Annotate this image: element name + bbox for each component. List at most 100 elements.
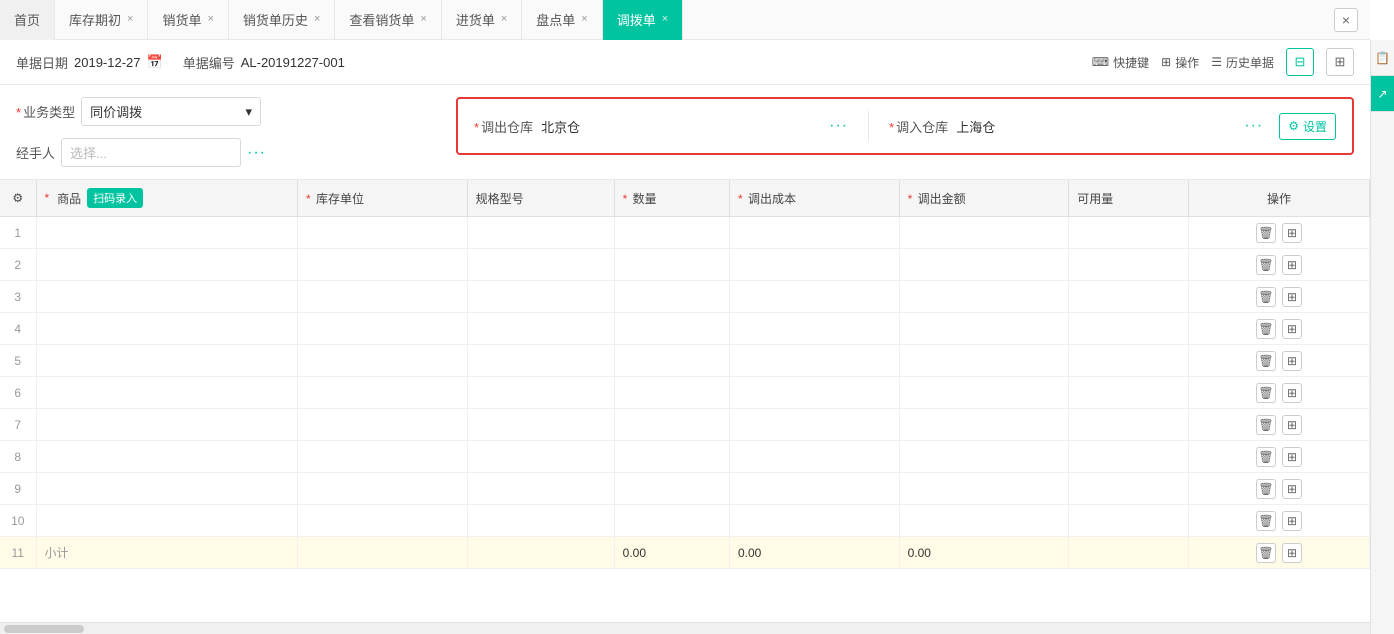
out-warehouse-more-button[interactable]: ··· (829, 117, 848, 135)
product-cell[interactable] (36, 377, 298, 409)
sidebar-notes-icon[interactable]: 📋 (1371, 40, 1394, 76)
unit-cell[interactable] (298, 313, 468, 345)
window-close-button[interactable]: × (1334, 8, 1358, 32)
cost-cell[interactable] (730, 249, 900, 281)
spec-cell[interactable] (467, 409, 614, 441)
copy-row-button[interactable]: ⊞ (1282, 255, 1302, 275)
amount-cell[interactable] (899, 249, 1069, 281)
amount-cell[interactable] (899, 409, 1069, 441)
spec-cell[interactable] (467, 473, 614, 505)
amount-cell[interactable] (899, 473, 1069, 505)
business-type-select[interactable]: 同价调拨 ▾ (81, 97, 261, 126)
copy-row-button[interactable]: ⊞ (1282, 319, 1302, 339)
tab-purchase-order-close[interactable]: × (501, 14, 507, 25)
delete-row-button[interactable]: 🗑 (1256, 319, 1276, 339)
delete-row-button[interactable]: 🗑 (1256, 223, 1276, 243)
cost-cell[interactable] (730, 505, 900, 537)
amount-cell[interactable] (899, 441, 1069, 473)
tab-sales-history-close[interactable]: × (314, 14, 320, 25)
operator-more-button[interactable]: ··· (247, 144, 266, 162)
copy-row-button[interactable]: ⊞ (1282, 415, 1302, 435)
product-cell[interactable] (36, 345, 298, 377)
copy-icon-btn[interactable]: ⊞ (1282, 543, 1302, 563)
product-cell[interactable] (36, 473, 298, 505)
amount-cell[interactable] (899, 377, 1069, 409)
cost-cell[interactable] (730, 377, 900, 409)
amount-cell[interactable] (899, 505, 1069, 537)
delete-row-button[interactable]: 🗑 (1256, 511, 1276, 531)
copy-row-button[interactable]: ⊞ (1282, 447, 1302, 467)
unit-cell[interactable] (298, 345, 468, 377)
unit-cell[interactable] (298, 505, 468, 537)
tab-transfer-order[interactable]: 调拨单 × (603, 0, 683, 40)
product-cell[interactable] (36, 249, 298, 281)
product-cell[interactable] (36, 281, 298, 313)
tab-inventory-init[interactable]: 库存期初 × (55, 0, 148, 40)
qty-cell[interactable] (614, 217, 729, 249)
operations-button[interactable]: ⊞ 操作 (1161, 54, 1199, 71)
cost-cell[interactable] (730, 313, 900, 345)
amount-cell[interactable] (899, 281, 1069, 313)
delete-row-button[interactable]: 🗑 (1256, 447, 1276, 467)
horizontal-scrollbar[interactable] (0, 622, 1370, 634)
qty-cell[interactable] (614, 249, 729, 281)
spec-cell[interactable] (467, 217, 614, 249)
tab-purchase-order[interactable]: 进货单 × (442, 0, 522, 40)
scan-button[interactable]: 扫码录入 (87, 188, 143, 208)
spec-cell[interactable] (467, 345, 614, 377)
shortcuts-button[interactable]: ⌨ 快捷键 (1092, 54, 1149, 71)
delete-row-button[interactable]: 🗑 (1256, 255, 1276, 275)
product-cell[interactable] (36, 409, 298, 441)
spec-cell[interactable] (467, 281, 614, 313)
copy-row-button[interactable]: ⊞ (1282, 511, 1302, 531)
tab-sales-history[interactable]: 销货单历史 × (229, 0, 335, 40)
delete-row-button[interactable]: 🗑 (1256, 415, 1276, 435)
delete-row-button[interactable]: 🗑 (1256, 287, 1276, 307)
settings-button[interactable]: ⊞ (1326, 48, 1354, 76)
tab-home[interactable]: 首页 (0, 0, 55, 40)
spec-cell[interactable] (467, 505, 614, 537)
copy-row-button[interactable]: ⊞ (1282, 351, 1302, 371)
qty-cell[interactable] (614, 281, 729, 313)
amount-cell[interactable] (899, 217, 1069, 249)
product-cell[interactable] (36, 505, 298, 537)
copy-row-button[interactable]: ⊞ (1282, 479, 1302, 499)
copy-row-button[interactable]: ⊞ (1282, 223, 1302, 243)
delete-icon-btn[interactable]: 🗑 (1256, 543, 1276, 563)
cost-cell[interactable] (730, 473, 900, 505)
copy-row-button[interactable]: ⊞ (1282, 287, 1302, 307)
qty-cell[interactable] (614, 313, 729, 345)
cost-cell[interactable] (730, 281, 900, 313)
history-button[interactable]: ☰ 历史单据 (1211, 54, 1274, 71)
product-cell[interactable] (36, 313, 298, 345)
tab-inventory-check-close[interactable]: × (581, 14, 587, 25)
delete-row-button[interactable]: 🗑 (1256, 383, 1276, 403)
copy-row-button[interactable]: ⊞ (1282, 383, 1302, 403)
amount-cell[interactable] (899, 313, 1069, 345)
scrollbar-thumb[interactable] (4, 625, 84, 633)
th-gear[interactable]: ⚙ (0, 180, 36, 217)
spec-cell[interactable] (467, 441, 614, 473)
product-cell[interactable] (36, 441, 298, 473)
tab-inventory-init-close[interactable]: × (127, 14, 133, 25)
tab-sales-order-close[interactable]: × (207, 14, 213, 25)
calendar-icon[interactable]: 📅 (147, 54, 163, 70)
product-cell[interactable] (36, 217, 298, 249)
delete-row-button[interactable]: 🗑 (1256, 479, 1276, 499)
cost-cell[interactable] (730, 217, 900, 249)
amount-cell[interactable] (899, 345, 1069, 377)
unit-cell[interactable] (298, 441, 468, 473)
qty-cell[interactable] (614, 441, 729, 473)
cost-cell[interactable] (730, 409, 900, 441)
qty-cell[interactable] (614, 473, 729, 505)
tab-inventory-check[interactable]: 盘点单 × (522, 0, 602, 40)
unit-cell[interactable] (298, 473, 468, 505)
unit-cell[interactable] (298, 377, 468, 409)
unit-cell[interactable] (298, 217, 468, 249)
tab-transfer-order-close[interactable]: × (662, 14, 668, 25)
unit-cell[interactable] (298, 281, 468, 313)
delete-row-button[interactable]: 🗑 (1256, 351, 1276, 371)
spec-cell[interactable] (467, 377, 614, 409)
qty-cell[interactable] (614, 345, 729, 377)
cost-cell[interactable] (730, 345, 900, 377)
